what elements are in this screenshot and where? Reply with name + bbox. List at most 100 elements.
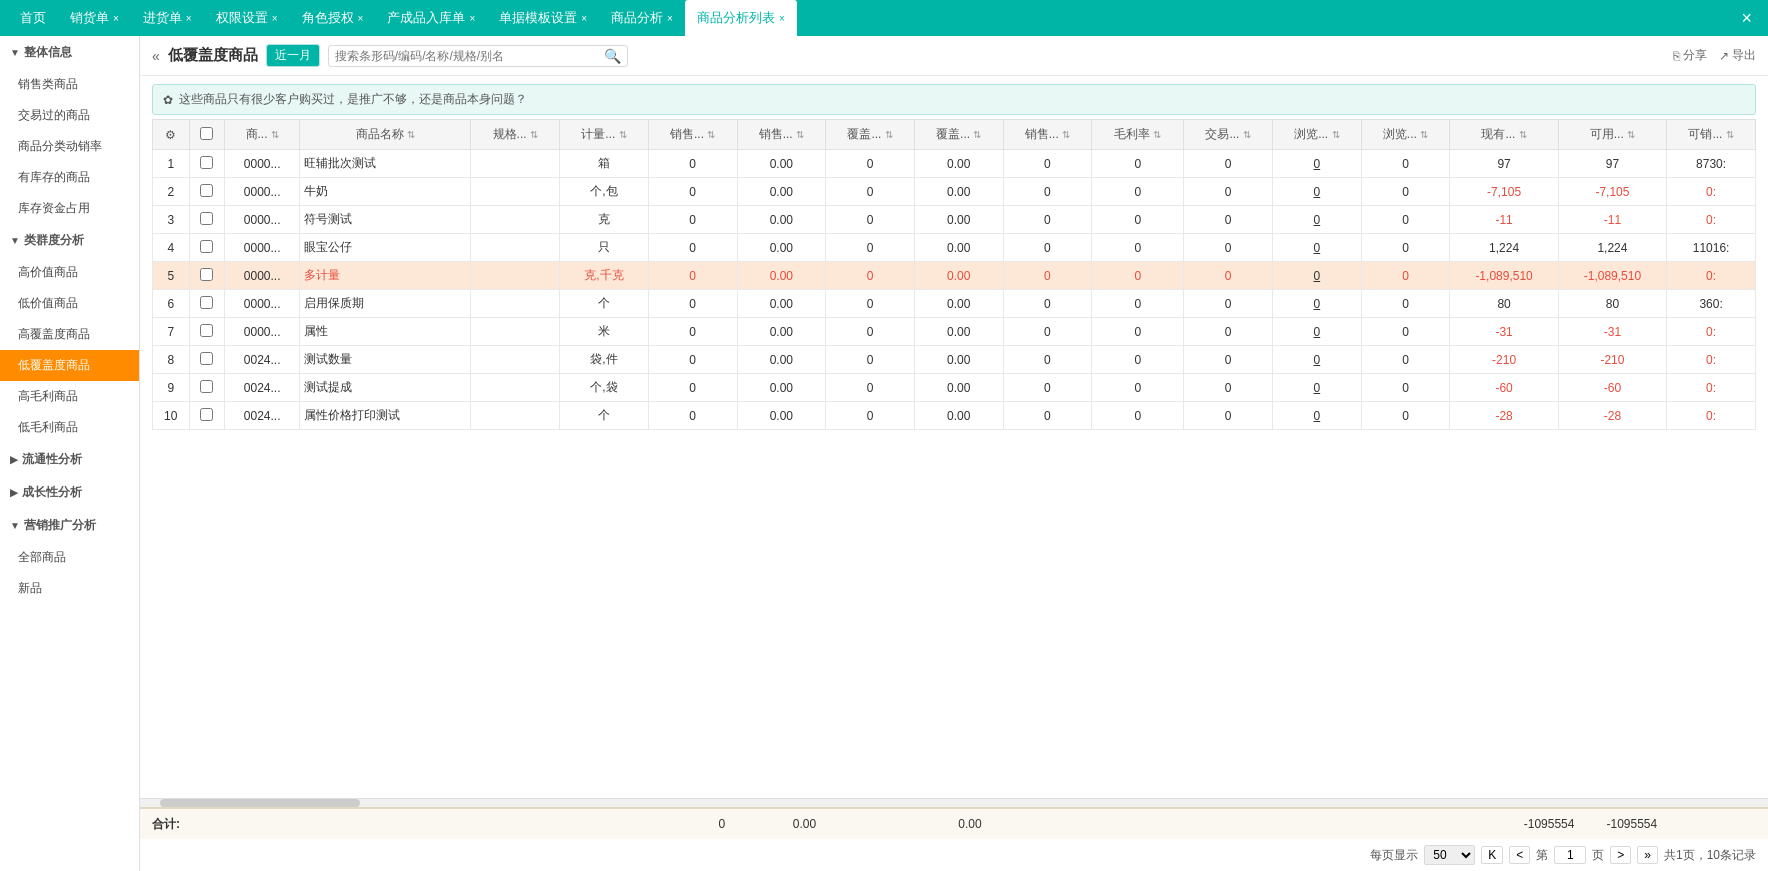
row-trade: 0 xyxy=(1184,150,1273,178)
sidebar-section-overview-title[interactable]: ▼ 整体信息 xyxy=(0,36,139,69)
row-checkbox[interactable] xyxy=(189,318,225,346)
nav-close-role[interactable]: × xyxy=(358,13,364,24)
row-browse1[interactable]: 0 xyxy=(1272,290,1361,318)
nav-template[interactable]: 单据模板设置 × xyxy=(487,0,599,36)
table-row: 7 0000... 属性 米 0 0.00 0 0.00 0 0 0 0 0 -… xyxy=(153,318,1756,346)
sidebar-item-high-value[interactable]: 高价值商品 xyxy=(0,257,139,288)
col-unit[interactable]: 计量... ⇅ xyxy=(560,120,649,150)
nav-sales-order[interactable]: 销货单 × xyxy=(58,0,131,36)
col-available[interactable]: 可用... ⇅ xyxy=(1558,120,1666,150)
sidebar-item-high-margin[interactable]: 高毛利商品 xyxy=(0,381,139,412)
row-checkbox[interactable] xyxy=(189,374,225,402)
nav-close-sales[interactable]: × xyxy=(113,13,119,24)
row-name[interactable]: 多计量 xyxy=(300,262,471,290)
col-trade[interactable]: 交易... ⇅ xyxy=(1184,120,1273,150)
collapse-sidebar-button[interactable]: « xyxy=(152,48,160,64)
next-page-button[interactable]: > xyxy=(1610,846,1631,864)
sidebar-item-new-goods[interactable]: 新品 xyxy=(0,573,139,604)
select-all-checkbox[interactable] xyxy=(200,127,213,140)
row-name[interactable]: 属性 xyxy=(300,318,471,346)
window-close-button[interactable]: × xyxy=(1733,8,1760,29)
sidebar-item-sales-goods[interactable]: 销售类商品 xyxy=(0,69,139,100)
col-cover1[interactable]: 覆盖... ⇅ xyxy=(826,120,915,150)
row-checkbox[interactable] xyxy=(189,178,225,206)
row-name[interactable]: 眼宝公仔 xyxy=(300,234,471,262)
sidebar-item-all-goods[interactable]: 全部商品 xyxy=(0,542,139,573)
row-browse1[interactable]: 0 xyxy=(1272,346,1361,374)
row-name[interactable]: 牛奶 xyxy=(300,178,471,206)
row-checkbox[interactable] xyxy=(189,402,225,430)
sidebar-item-stock-capital[interactable]: 库存资金占用 xyxy=(0,193,139,224)
row-browse1[interactable]: 0 xyxy=(1272,206,1361,234)
nav-close-purchase[interactable]: × xyxy=(186,13,192,24)
row-browse1[interactable]: 0 xyxy=(1272,402,1361,430)
sidebar-item-low-coverage[interactable]: 低覆盖度商品 xyxy=(0,350,139,381)
first-page-button[interactable]: K xyxy=(1481,846,1503,864)
last-page-button[interactable]: » xyxy=(1637,846,1658,864)
row-checkbox[interactable] xyxy=(189,262,225,290)
row-name[interactable]: 旺辅批次测试 xyxy=(300,150,471,178)
col-sales-amt[interactable]: 销售... ⇅ xyxy=(737,120,826,150)
row-browse1[interactable]: 0 xyxy=(1272,150,1361,178)
row-name[interactable]: 启用保质期 xyxy=(300,290,471,318)
nav-close-product[interactable]: × xyxy=(469,13,475,24)
row-name[interactable]: 属性价格打印测试 xyxy=(300,402,471,430)
col-browse1[interactable]: 浏览... ⇅ xyxy=(1272,120,1361,150)
search-input[interactable] xyxy=(335,49,604,63)
col-code[interactable]: 商... ⇅ xyxy=(225,120,300,150)
sidebar-section-growth-title[interactable]: ▶ 成长性分析 xyxy=(0,476,139,509)
nav-goods-analysis-list[interactable]: 商品分析列表 × xyxy=(685,0,797,36)
row-name[interactable]: 测试数量 xyxy=(300,346,471,374)
row-browse1[interactable]: 0 xyxy=(1272,178,1361,206)
search-icon[interactable]: 🔍 xyxy=(604,48,621,64)
per-page-select[interactable]: 50 100 200 xyxy=(1424,845,1475,865)
row-browse1[interactable]: 0 xyxy=(1272,262,1361,290)
col-gross-rate[interactable]: 毛利率 ⇅ xyxy=(1092,120,1184,150)
row-checkbox[interactable] xyxy=(189,206,225,234)
sidebar-item-high-coverage[interactable]: 高覆盖度商品 xyxy=(0,319,139,350)
filter-recent-month[interactable]: 近一月 xyxy=(266,44,320,67)
col-sales2[interactable]: 销售... ⇅ xyxy=(1003,120,1092,150)
nav-goods-analysis[interactable]: 商品分析 × xyxy=(599,0,685,36)
nav-permission[interactable]: 权限设置 × xyxy=(204,0,290,36)
row-checkbox[interactable] xyxy=(189,234,225,262)
sidebar-section-marketing-title[interactable]: ▼ 营销推广分析 xyxy=(0,509,139,542)
col-settings[interactable]: ⚙ xyxy=(153,120,190,150)
row-browse1[interactable]: 0 xyxy=(1272,318,1361,346)
row-browse1[interactable]: 0 xyxy=(1272,234,1361,262)
row-browse1[interactable]: 0 xyxy=(1272,374,1361,402)
page-input[interactable] xyxy=(1554,846,1586,864)
nav-close-template[interactable]: × xyxy=(581,13,587,24)
row-checkbox[interactable] xyxy=(189,290,225,318)
col-browse2[interactable]: 浏览... ⇅ xyxy=(1361,120,1450,150)
prev-page-button[interactable]: < xyxy=(1509,846,1530,864)
sidebar-item-traded-goods[interactable]: 交易过的商品 xyxy=(0,100,139,131)
nav-role-auth[interactable]: 角色授权 × xyxy=(290,0,376,36)
sidebar-section-liquidity-title[interactable]: ▶ 流通性分析 xyxy=(0,443,139,476)
row-no: 10 xyxy=(153,402,190,430)
export-button[interactable]: ↗ 导出 xyxy=(1719,47,1756,64)
col-spec[interactable]: 规格... ⇅ xyxy=(471,120,560,150)
col-current[interactable]: 现有... ⇅ xyxy=(1450,120,1558,150)
col-name[interactable]: 商品名称 ⇅ xyxy=(300,120,471,150)
sidebar-item-low-value[interactable]: 低价值商品 xyxy=(0,288,139,319)
sidebar-item-stock-goods[interactable]: 有库存的商品 xyxy=(0,162,139,193)
sidebar-item-low-margin[interactable]: 低毛利商品 xyxy=(0,412,139,443)
share-button[interactable]: ⎘ 分享 xyxy=(1673,47,1707,64)
nav-close-goods-list[interactable]: × xyxy=(779,13,785,24)
nav-close-goods-analysis[interactable]: × xyxy=(667,13,673,24)
col-sales-qty[interactable]: 销售... ⇅ xyxy=(648,120,737,150)
row-name[interactable]: 测试提成 xyxy=(300,374,471,402)
row-name[interactable]: 符号测试 xyxy=(300,206,471,234)
nav-close-permission[interactable]: × xyxy=(272,13,278,24)
nav-home[interactable]: 首页 xyxy=(8,0,58,36)
col-cover2[interactable]: 覆盖... ⇅ xyxy=(914,120,1003,150)
row-checkbox[interactable] xyxy=(189,150,225,178)
col-saleable[interactable]: 可销... ⇅ xyxy=(1667,120,1756,150)
nav-purchase-order[interactable]: 进货单 × xyxy=(131,0,204,36)
sidebar-section-cluster-title[interactable]: ▼ 类群度分析 xyxy=(0,224,139,257)
row-checkbox[interactable] xyxy=(189,346,225,374)
row-current: -60 xyxy=(1450,374,1558,402)
sidebar-item-category-rate[interactable]: 商品分类动销率 xyxy=(0,131,139,162)
nav-product-instock[interactable]: 产成品入库单 × xyxy=(375,0,487,36)
